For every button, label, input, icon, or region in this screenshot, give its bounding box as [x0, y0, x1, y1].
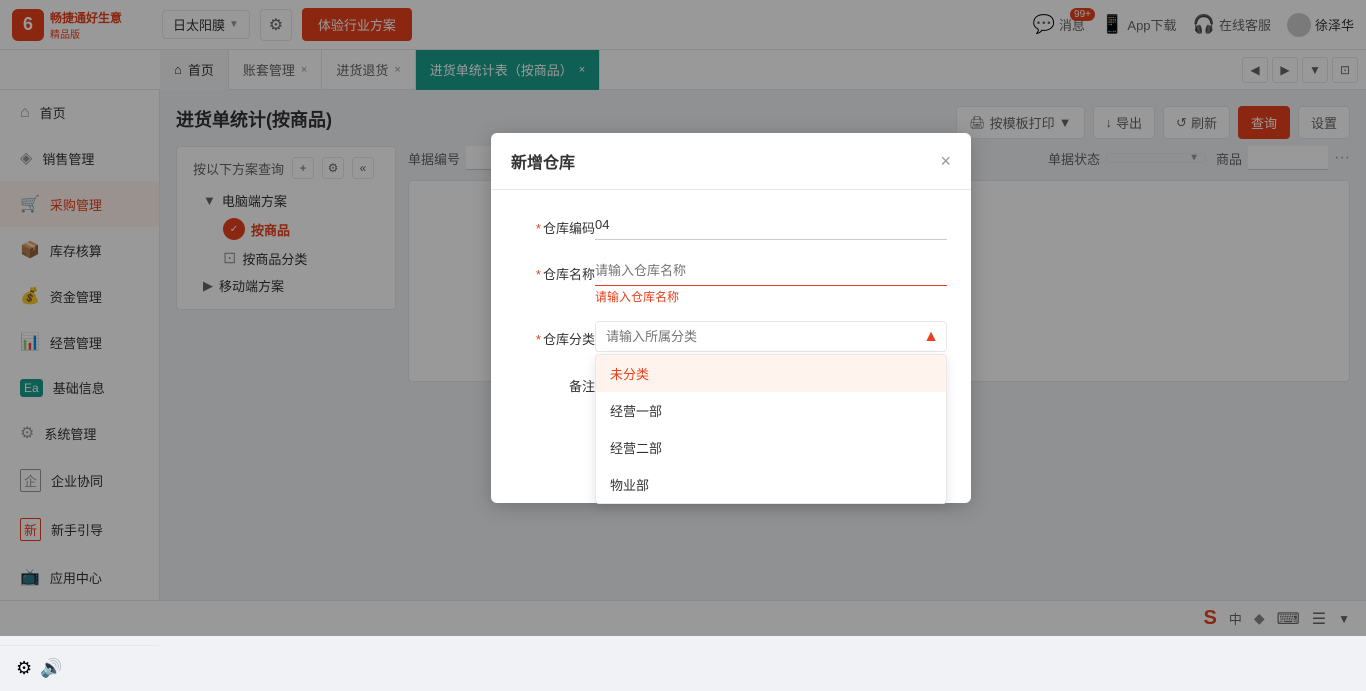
code-input[interactable] [595, 210, 947, 240]
name-input-wrap: 请输入仓库名称 [595, 256, 947, 305]
code-input-wrap [595, 210, 947, 240]
code-row: *仓库编码 [515, 210, 947, 240]
modal-title: 新增仓库 [511, 149, 575, 173]
settings-icon-bottom[interactable]: ⚙ [16, 658, 32, 679]
modal-body: *仓库编码 *仓库名称 请输入仓库名称 *仓库分类 ▲ [491, 190, 971, 434]
category-dropdown: 未分类 经营一部 经营二部 物业部 [595, 354, 947, 504]
code-label: *仓库编码 [515, 210, 595, 237]
category-label: *仓库分类 [515, 321, 595, 348]
category-input[interactable] [595, 321, 947, 352]
category-input-wrap: ▲ 未分类 经营一部 经营二部 物业部 [595, 321, 947, 352]
name-input[interactable] [595, 256, 947, 286]
modal-header: 新增仓库 × [491, 133, 971, 190]
category-row: *仓库分类 ▲ 未分类 经营一部 经营二部 物业部 [515, 321, 947, 352]
speaker-icon-bottom[interactable]: 🔊 [40, 658, 62, 679]
add-warehouse-modal: 新增仓库 × *仓库编码 *仓库名称 请输入仓库名称 *仓库分类 [491, 133, 971, 503]
dropdown-item-dept1[interactable]: 经营一部 [596, 392, 946, 429]
dropdown-item-uncategorized[interactable]: 未分类 [596, 355, 946, 392]
name-error-msg: 请输入仓库名称 [595, 288, 947, 305]
modal-close-button[interactable]: × [940, 151, 951, 172]
category-toggle-icon[interactable]: ▲ [923, 328, 939, 346]
sidebar-bottom: ⚙ 🔊 [0, 645, 159, 691]
dropdown-item-dept2[interactable]: 经营二部 [596, 429, 946, 466]
name-row: *仓库名称 请输入仓库名称 [515, 256, 947, 305]
name-label: *仓库名称 [515, 256, 595, 283]
note-label: 备注 [515, 368, 595, 395]
dropdown-item-dept3[interactable]: 物业部 [596, 466, 946, 503]
